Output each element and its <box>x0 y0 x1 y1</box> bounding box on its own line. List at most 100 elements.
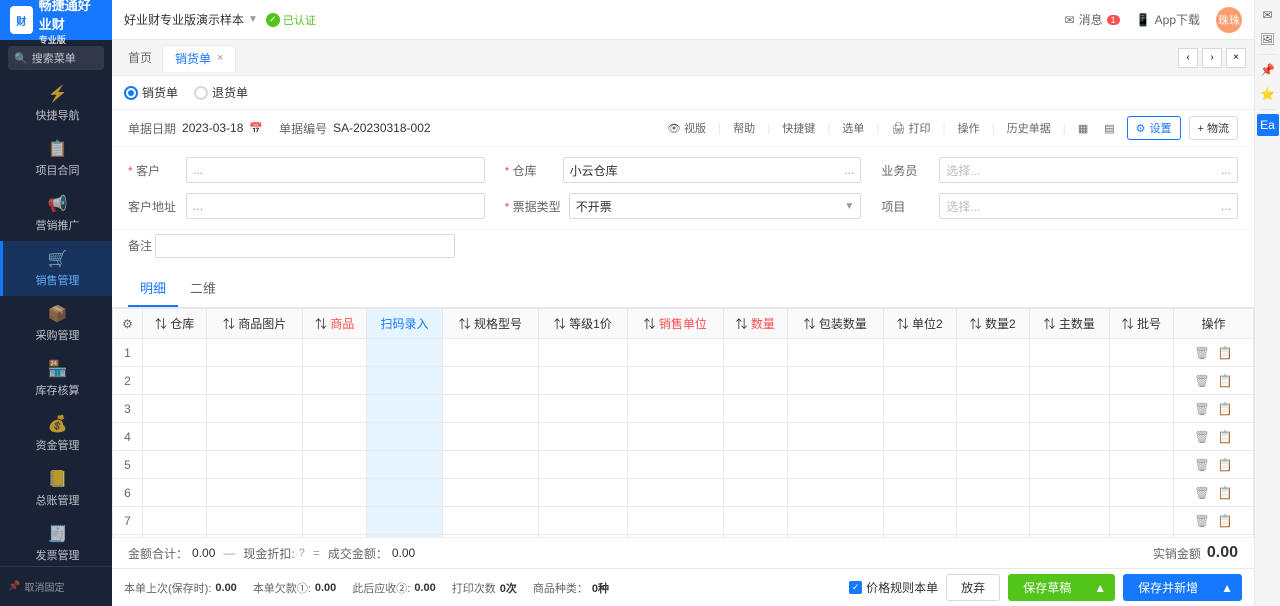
radio-sales[interactable]: 销货单 <box>124 84 178 101</box>
sidebar-item-project[interactable]: 📋 项目合同 <box>0 131 112 186</box>
row-warehouse-2[interactable] <box>143 367 207 395</box>
row-price1-1[interactable] <box>538 339 627 367</box>
row-copy-4[interactable]: 📋 <box>1216 428 1235 446</box>
row-spec-2[interactable] <box>442 367 538 395</box>
row-batch-import-6[interactable] <box>367 479 443 507</box>
row-qty-2[interactable] <box>723 367 787 395</box>
row-price1-8[interactable] <box>538 535 627 538</box>
row-price1-7[interactable] <box>538 507 627 535</box>
save-new-button[interactable]: 保存并新增 <box>1123 574 1212 601</box>
toolbar-history-btn[interactable]: 历史单据 <box>1003 118 1055 138</box>
row-qty2-8[interactable] <box>956 535 1029 538</box>
row-unit2-4[interactable] <box>883 423 956 451</box>
row-delete-3[interactable]: 🗑 <box>1192 400 1211 418</box>
row-unit2-8[interactable] <box>883 535 956 538</box>
row-batch-2[interactable] <box>1109 367 1173 395</box>
row-product-3[interactable] <box>303 395 367 423</box>
row-product-img-8[interactable] <box>207 535 303 538</box>
save-draft-arrow[interactable]: ▲ <box>1085 574 1115 601</box>
rt-active-btn[interactable]: Ea <box>1257 114 1279 136</box>
toolbar-operate-btn[interactable]: 操作 <box>954 118 984 138</box>
row-qty-5[interactable] <box>723 451 787 479</box>
home-tab[interactable]: 首页 <box>120 49 160 66</box>
row-qty2-4[interactable] <box>956 423 1029 451</box>
rt-email-btn[interactable]: ✉ <box>1257 4 1279 26</box>
row-sales-unit-7[interactable] <box>627 507 723 535</box>
row-copy-3[interactable]: 📋 <box>1216 400 1235 418</box>
row-product-img-2[interactable] <box>207 367 303 395</box>
row-batch-8[interactable] <box>1109 535 1173 538</box>
toolbar-help-btn[interactable]: 帮助 <box>729 118 759 138</box>
row-main-qty-1[interactable] <box>1029 339 1109 367</box>
rt-pin-btn[interactable]: 📌 <box>1257 59 1279 81</box>
tab-next-button[interactable]: › <box>1202 48 1222 68</box>
row-delete-6[interactable]: 🗑 <box>1192 484 1211 502</box>
tab-detail[interactable]: 明细 <box>128 274 178 307</box>
add-logistics-button[interactable]: + 物流 <box>1189 116 1238 140</box>
discard-button[interactable]: 放弃 <box>946 574 1000 601</box>
row-qty-4[interactable] <box>723 423 787 451</box>
col-settings-header[interactable]: ⚙ <box>113 309 143 339</box>
row-warehouse-7[interactable] <box>143 507 207 535</box>
row-batch-6[interactable] <box>1109 479 1173 507</box>
company-selector[interactable]: 好业财专业版演示样本 ▼ <box>124 11 258 28</box>
grid-view1-btn[interactable]: ▦ <box>1074 120 1092 137</box>
row-unit2-6[interactable] <box>883 479 956 507</box>
row-main-qty-4[interactable] <box>1029 423 1109 451</box>
save-draft-button[interactable]: 保存草稿 <box>1008 574 1085 601</box>
row-copy-5[interactable]: 📋 <box>1216 456 1235 474</box>
row-warehouse-6[interactable] <box>143 479 207 507</box>
tab-prev-button[interactable]: ‹ <box>1178 48 1198 68</box>
row-delete-5[interactable]: 🗑 <box>1192 456 1211 474</box>
row-main-qty-8[interactable] <box>1029 535 1109 538</box>
grid-view2-btn[interactable]: ▤ <box>1100 120 1118 137</box>
row-warehouse-8[interactable] <box>143 535 207 538</box>
row-warehouse-5[interactable] <box>143 451 207 479</box>
app-download-button[interactable]: 📱 App下载 <box>1136 11 1200 28</box>
unpin-button[interactable]: 📌 取消固定 <box>4 575 108 598</box>
sidebar-item-purchase[interactable]: 📦 采购管理 <box>0 296 112 351</box>
row-sales-unit-4[interactable] <box>627 423 723 451</box>
price-rule-checkbox[interactable]: ✓ 价格规则本单 <box>849 579 938 596</box>
row-batch-import-2[interactable] <box>367 367 443 395</box>
row-copy-2[interactable]: 📋 <box>1216 372 1235 390</box>
row-qty-1[interactable] <box>723 339 787 367</box>
row-spec-3[interactable] <box>442 395 538 423</box>
row-product-1[interactable] <box>303 339 367 367</box>
active-tab-sales[interactable]: 销货单 × <box>162 45 236 72</box>
settings-gear-icon[interactable]: ⚙ <box>122 317 133 331</box>
row-main-qty-3[interactable] <box>1029 395 1109 423</box>
row-qty2-5[interactable] <box>956 451 1029 479</box>
toolbar-shortcut-btn[interactable]: 快捷键 <box>778 118 819 138</box>
row-product-img-3[interactable] <box>207 395 303 423</box>
doc-date-value[interactable]: 2023-03-18 <box>182 121 243 135</box>
row-delete-4[interactable]: 🗑 <box>1192 428 1211 446</box>
sidebar-item-stock[interactable]: 🏪 库存核算 <box>0 351 112 406</box>
row-sales-unit-3[interactable] <box>627 395 723 423</box>
row-unit2-3[interactable] <box>883 395 956 423</box>
sidebar-item-marketing[interactable]: 📢 营销推广 <box>0 186 112 241</box>
row-batch-5[interactable] <box>1109 451 1173 479</box>
row-sales-unit-5[interactable] <box>627 451 723 479</box>
row-sales-unit-8[interactable] <box>627 535 723 538</box>
row-batch-3[interactable] <box>1109 395 1173 423</box>
row-product-5[interactable] <box>303 451 367 479</box>
row-price1-3[interactable] <box>538 395 627 423</box>
row-delete-1[interactable]: 🗑 <box>1192 344 1211 362</box>
save-new-arrow[interactable]: ▲ <box>1212 574 1242 601</box>
row-batch-7[interactable] <box>1109 507 1173 535</box>
row-price1-6[interactable] <box>538 479 627 507</box>
row-spec-7[interactable] <box>442 507 538 535</box>
row-qty-8[interactable] <box>723 535 787 538</box>
row-product-6[interactable] <box>303 479 367 507</box>
row-sales-unit-1[interactable] <box>627 339 723 367</box>
row-copy-6[interactable]: 📋 <box>1216 484 1235 502</box>
row-product-img-7[interactable] <box>207 507 303 535</box>
row-batch-import-8[interactable] <box>367 535 443 538</box>
row-pack-qty-7[interactable] <box>787 507 883 535</box>
row-main-qty-7[interactable] <box>1029 507 1109 535</box>
row-qty2-1[interactable] <box>956 339 1029 367</box>
row-batch-import-4[interactable] <box>367 423 443 451</box>
row-warehouse-3[interactable] <box>143 395 207 423</box>
project-input[interactable]: 选择... ... <box>939 193 1238 219</box>
